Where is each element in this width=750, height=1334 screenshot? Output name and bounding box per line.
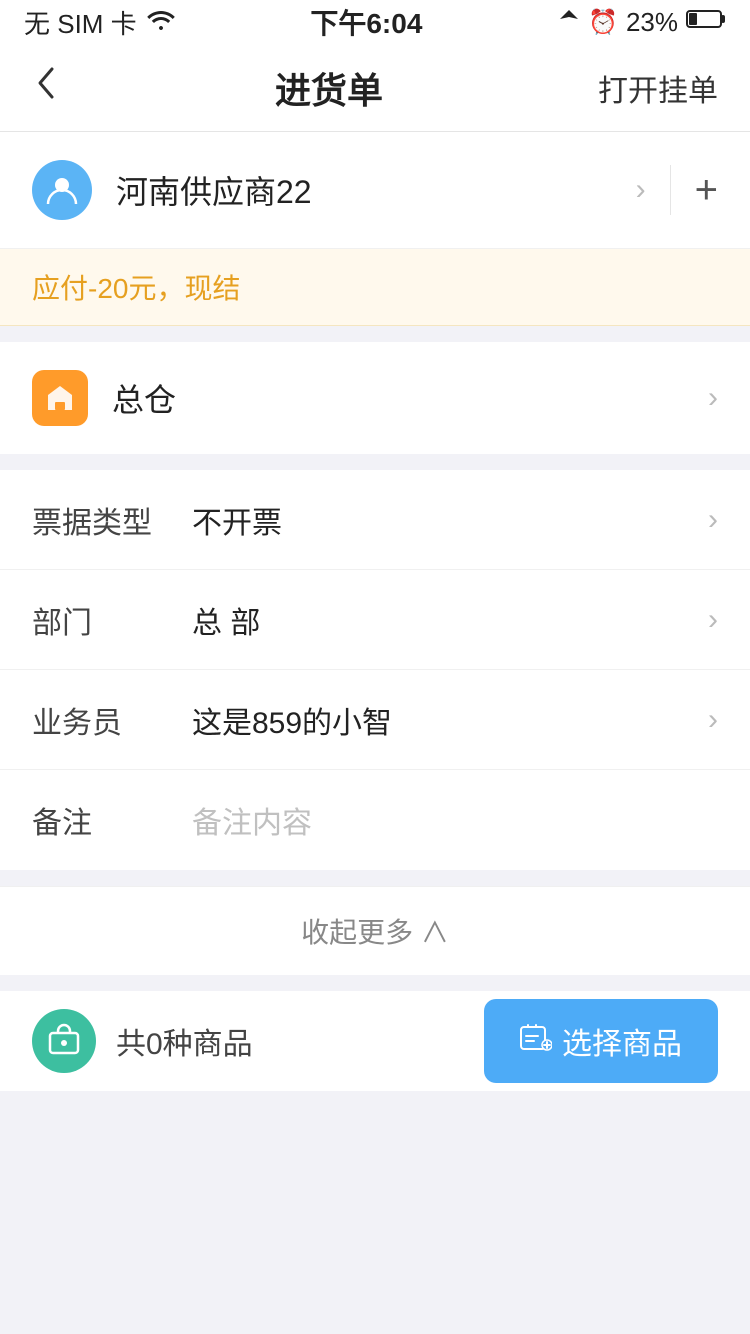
battery-text: 23% [626,7,678,38]
bottom-bar: 共0种商品 选择商品 [0,991,750,1091]
warehouse-row[interactable]: 总仓 › [0,342,750,454]
product-count: 共0种商品 [116,1019,484,1063]
wifi-icon [147,7,175,38]
open-pending-button[interactable]: 打开挂单 [598,66,718,110]
remark-input[interactable]: 备注内容 [172,798,718,842]
supplier-chevron-icon: › [636,173,646,207]
warehouse-icon [32,370,88,426]
collapse-row[interactable]: 收起更多 ∧ [0,886,750,975]
warehouse-name: 总仓 [112,375,708,421]
supplier-name: 河南供应商22 [116,167,636,213]
department-chevron-icon: › [708,603,718,637]
battery-icon [686,8,726,37]
invoice-chevron-icon: › [708,503,718,537]
department-row[interactable]: 部门 总 部 › [0,570,750,670]
salesperson-value: 这是859的小智 [172,698,708,742]
remark-label: 备注 [32,798,172,842]
salesperson-label: 业务员 [32,698,172,742]
salesperson-row[interactable]: 业务员 这是859的小智 › [0,670,750,770]
select-product-label: 选择商品 [562,1019,682,1063]
notice-text: 应付-20元，现结 [32,273,240,304]
remark-row[interactable]: 备注 备注内容 [0,770,750,870]
invoice-type-row[interactable]: 票据类型 不开票 › [0,470,750,570]
supplier-avatar [32,160,92,220]
department-value: 总 部 [172,598,708,642]
invoice-type-value: 不开票 [172,498,708,542]
main-content: 河南供应商22 › + 应付-20元，现结 总仓 › 票据类型 不开票 [0,132,750,1091]
invoice-type-label: 票据类型 [32,498,172,542]
add-supplier-button[interactable]: + [695,168,718,213]
notice-bar: 应付-20元，现结 [0,249,750,326]
nav-bar: 进货单 打开挂单 [0,44,750,132]
status-left: 无 SIM 卡 [24,4,175,41]
alarm-icon: ⏰ [588,8,618,37]
supplier-card: 河南供应商22 › + 应付-20元，现结 [0,132,750,326]
select-icon [520,1024,552,1059]
status-time: 下午6:04 [310,2,422,42]
warehouse-card: 总仓 › [0,342,750,454]
warehouse-chevron-icon: › [708,381,718,415]
back-button[interactable] [32,61,60,115]
collapse-label: 收起更多 ∧ [301,911,449,951]
department-label: 部门 [32,598,172,642]
carrier-text: 无 SIM 卡 [24,4,137,41]
status-bar: 无 SIM 卡 下午6:04 ⏰ 23% [0,0,750,44]
divider [670,165,671,215]
page-title: 进货单 [275,62,383,114]
status-right: ⏰ 23% [558,7,726,38]
salesperson-chevron-icon: › [708,703,718,737]
supplier-row[interactable]: 河南供应商22 › + [0,132,750,249]
form-card: 票据类型 不开票 › 部门 总 部 › 业务员 这是859的小智 › 备注 备注… [0,470,750,870]
location-icon [558,8,580,37]
product-icon [32,1009,96,1073]
select-product-button[interactable]: 选择商品 [484,999,718,1083]
